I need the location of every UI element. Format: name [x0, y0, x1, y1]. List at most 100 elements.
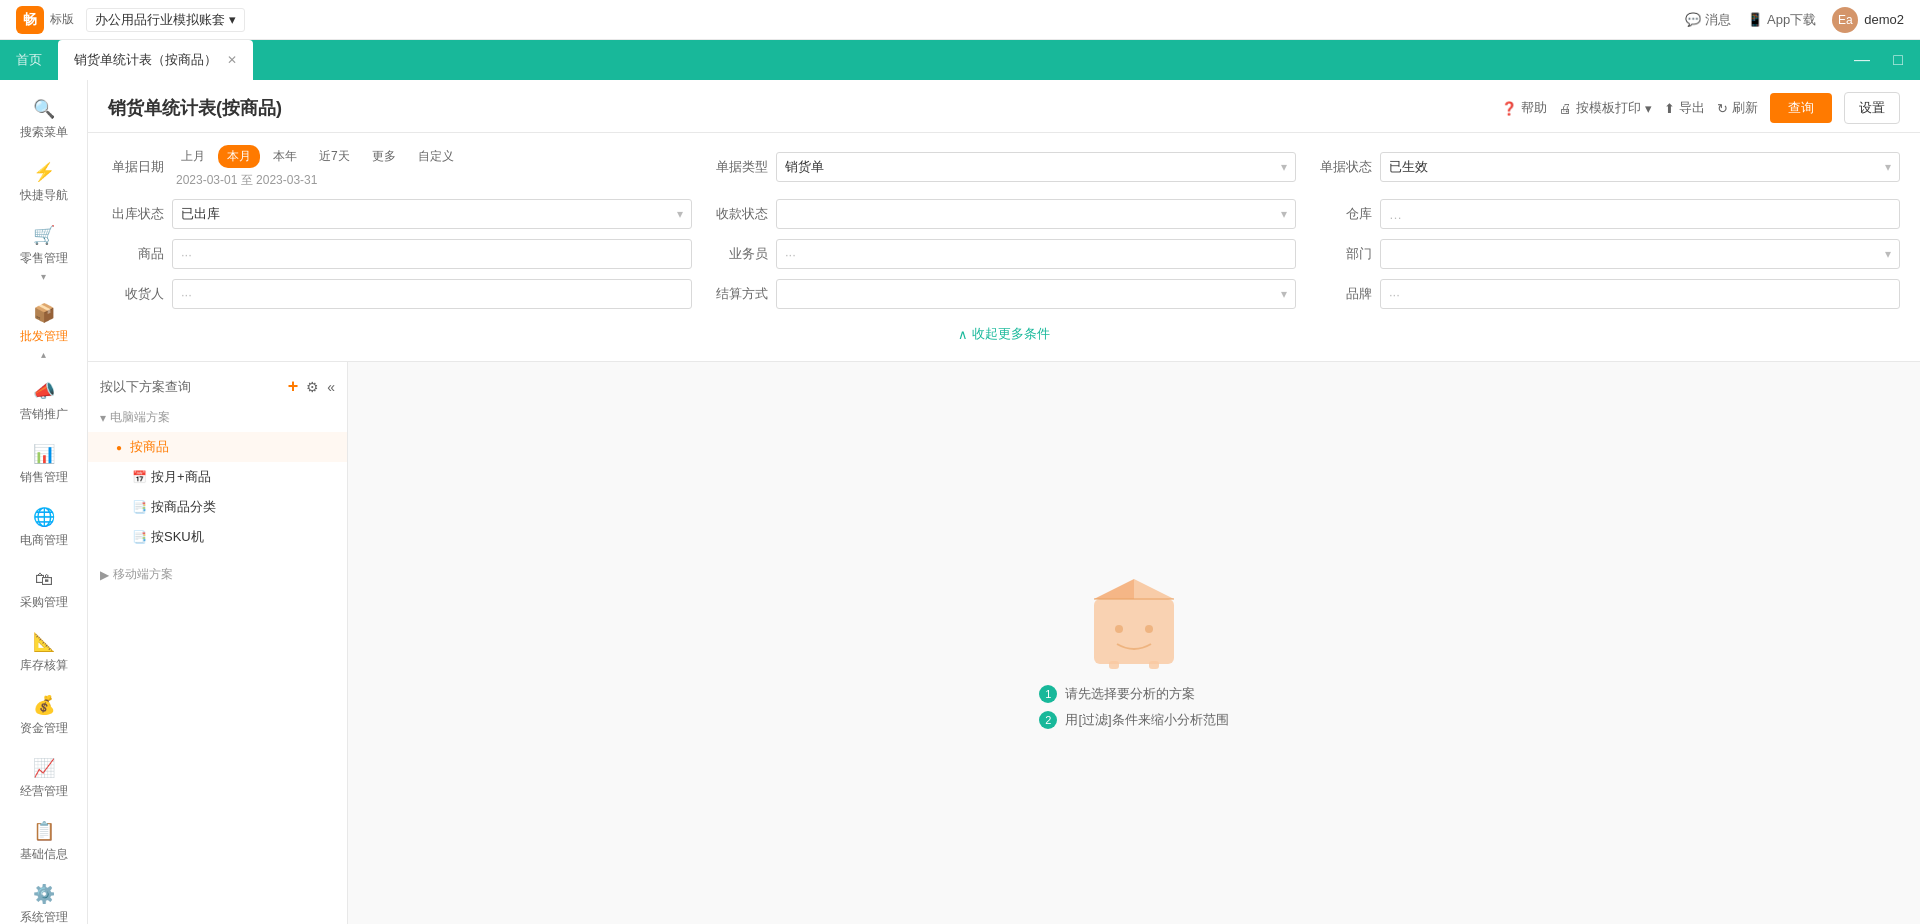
- collect-status-field[interactable]: ▾: [776, 199, 1296, 229]
- tree-item-by-category[interactable]: 📑 按商品分类: [88, 492, 347, 522]
- dept-field[interactable]: ▾: [1380, 239, 1900, 269]
- tree-item-by-month-goods[interactable]: 📅 按月+商品: [88, 462, 347, 492]
- sidebar-item-search-menu[interactable]: 🔍 搜索菜单: [0, 88, 87, 151]
- tree-item-label: 按商品: [130, 438, 335, 456]
- sidebar-item-label: 资金管理: [20, 720, 68, 737]
- receiver-field[interactable]: ···: [172, 279, 692, 309]
- collapse-filter-btn[interactable]: ∧ 收起更多条件: [108, 319, 1900, 349]
- query-btn[interactable]: 查询: [1770, 93, 1832, 123]
- message-btn[interactable]: 💬 消息: [1685, 11, 1731, 29]
- empty-state: 1 请先选择要分析的方案 2 用[过滤]条件来缩小分析范围: [1039, 549, 1228, 737]
- system-icon: ⚙️: [33, 883, 55, 905]
- sidebar-item-inventory[interactable]: 📐 库存核算: [0, 621, 87, 684]
- date-pill-custom[interactable]: 自定义: [409, 145, 463, 168]
- doc-status-field[interactable]: 已生效 ▾: [1380, 152, 1900, 182]
- refresh-btn[interactable]: ↻ 刷新: [1717, 99, 1758, 117]
- sidebar-item-purchase[interactable]: 🛍 采购管理: [0, 559, 87, 621]
- receiver-label: 收货人: [108, 285, 164, 303]
- brand-field[interactable]: ···: [1380, 279, 1900, 309]
- step-1-num: 1: [1039, 685, 1057, 703]
- sidebar-item-label: 采购管理: [20, 594, 68, 611]
- out-status-label: 出库状态: [108, 205, 164, 223]
- sidebar-item-label: 批发管理: [20, 328, 68, 345]
- marketing-icon: 📣: [33, 380, 55, 402]
- panel-settings-btn[interactable]: ⚙: [306, 379, 319, 395]
- date-pill-last-month[interactable]: 上月: [172, 145, 214, 168]
- date-label: 单据日期: [108, 158, 164, 176]
- app-download-label: App下载: [1767, 11, 1816, 29]
- panel-collapse-btn[interactable]: «: [327, 379, 335, 395]
- empty-step-1: 1 请先选择要分析的方案: [1039, 685, 1228, 703]
- doc-type-field[interactable]: 销货单 ▾: [776, 152, 1296, 182]
- sidebar-item-wholesale[interactable]: 📦 批发管理 ▴: [0, 292, 87, 370]
- help-btn[interactable]: ❓ 帮助: [1501, 99, 1547, 117]
- sidebar-item-finance[interactable]: 💰 资金管理: [0, 684, 87, 747]
- tree-item-by-goods[interactable]: ● 按商品: [88, 432, 347, 462]
- user-info[interactable]: Ea demo2: [1832, 7, 1904, 33]
- sidebar-item-label: 系统管理: [20, 909, 68, 924]
- warehouse-placeholder: …: [1389, 207, 1891, 222]
- filter-row-4: 收货人 ··· 结算方式 ▾ 品牌 ···: [108, 279, 1900, 309]
- app-download-btn[interactable]: 📱 App下载: [1747, 11, 1816, 29]
- sidebar-item-label: 搜索菜单: [20, 124, 68, 141]
- date-pills: 上月 本月 本年 近7天 更多 自定义: [172, 145, 692, 168]
- main-layout: 🔍 搜索菜单 ⚡ 快捷导航 🛒 零售管理 ▾ 📦 批发管理 ▴ 📣 营销推广 📊…: [0, 80, 1920, 924]
- tree-item-label: 按SKU机: [151, 528, 335, 546]
- payment-field[interactable]: ▾: [776, 279, 1296, 309]
- help-label: 帮助: [1521, 99, 1547, 117]
- svg-marker-2: [1134, 579, 1174, 599]
- tab-home[interactable]: 首页: [0, 40, 58, 80]
- purchase-icon: 🛍: [35, 569, 53, 590]
- goods-field[interactable]: ···: [172, 239, 692, 269]
- sidebar-item-ecom[interactable]: 🌐 电商管理: [0, 496, 87, 559]
- app-selector[interactable]: 办公用品行业模拟账套 ▾: [86, 8, 245, 32]
- sidebar-item-system[interactable]: ⚙️ 系统管理: [0, 873, 87, 924]
- date-pill-7days[interactable]: 近7天: [310, 145, 359, 168]
- export-btn[interactable]: ⬆ 导出: [1664, 99, 1705, 117]
- sidebar-item-quick-nav[interactable]: ⚡ 快捷导航: [0, 151, 87, 214]
- wholesale-icon: 📦: [33, 302, 55, 324]
- tab-sales-stat[interactable]: 销货单统计表（按商品） ✕: [58, 40, 253, 80]
- filter-cell-collect-status: 收款状态 ▾: [712, 199, 1296, 229]
- message-label: 消息: [1705, 11, 1731, 29]
- panel-add-btn[interactable]: +: [288, 376, 299, 397]
- brand-dots: ···: [1389, 287, 1891, 302]
- sidebar-item-retail[interactable]: 🛒 零售管理 ▾: [0, 214, 87, 292]
- tree-item-by-sku[interactable]: 📑 按SKU机: [88, 522, 347, 552]
- sidebar-item-label: 销售管理: [20, 469, 68, 486]
- tab-maximize-btn[interactable]: □: [1884, 46, 1912, 74]
- date-pill-more[interactable]: 更多: [363, 145, 405, 168]
- sidebar-item-sales-mgmt[interactable]: 📊 销售管理: [0, 433, 87, 496]
- help-icon: ❓: [1501, 101, 1517, 116]
- collapse-label: 收起更多条件: [972, 325, 1050, 343]
- svg-point-4: [1115, 625, 1123, 633]
- date-pill-this-year[interactable]: 本年: [264, 145, 306, 168]
- filter-cell-date: 单据日期 上月 本月 本年 近7天 更多 自定义 2023-03-01 至 20…: [108, 145, 692, 189]
- out-status-chevron: ▾: [677, 207, 683, 221]
- panel-header-actions: + ⚙ «: [288, 376, 335, 397]
- tab-minimize-btn[interactable]: —: [1848, 46, 1876, 74]
- filter-row-1: 单据日期 上月 本月 本年 近7天 更多 自定义 2023-03-01 至 20…: [108, 145, 1900, 189]
- page-header: 销货单统计表(按商品) ❓ 帮助 🖨 按模板打印 ▾ ⬆ 导出: [88, 80, 1920, 133]
- settings-btn[interactable]: 设置: [1844, 92, 1900, 124]
- tab-close-btn[interactable]: ✕: [227, 53, 237, 67]
- sidebar-item-marketing[interactable]: 📣 营销推广: [0, 370, 87, 433]
- sidebar-item-basics[interactable]: 📋 基础信息: [0, 810, 87, 873]
- retail-icon: 🛒: [33, 224, 55, 246]
- dept-label: 部门: [1316, 245, 1372, 263]
- message-icon: 💬: [1685, 12, 1701, 27]
- svg-rect-7: [1149, 661, 1159, 669]
- warehouse-field[interactable]: …: [1380, 199, 1900, 229]
- tab-home-label: 首页: [16, 51, 42, 69]
- industry-arrow: ▾: [229, 12, 236, 27]
- out-status-field[interactable]: 已出库 ▾: [172, 199, 692, 229]
- staff-field[interactable]: ···: [776, 239, 1296, 269]
- date-pill-this-month[interactable]: 本月: [218, 145, 260, 168]
- collect-status-label: 收款状态: [712, 205, 768, 223]
- sidebar-item-operation[interactable]: 📈 经营管理: [0, 747, 87, 810]
- empty-step-2: 2 用[过滤]条件来缩小分析范围: [1039, 711, 1228, 729]
- search-menu-icon: 🔍: [33, 98, 55, 120]
- svg-point-5: [1145, 625, 1153, 633]
- step-1-text: 请先选择要分析的方案: [1065, 685, 1195, 703]
- print-btn[interactable]: 🖨 按模板打印 ▾: [1559, 99, 1652, 117]
